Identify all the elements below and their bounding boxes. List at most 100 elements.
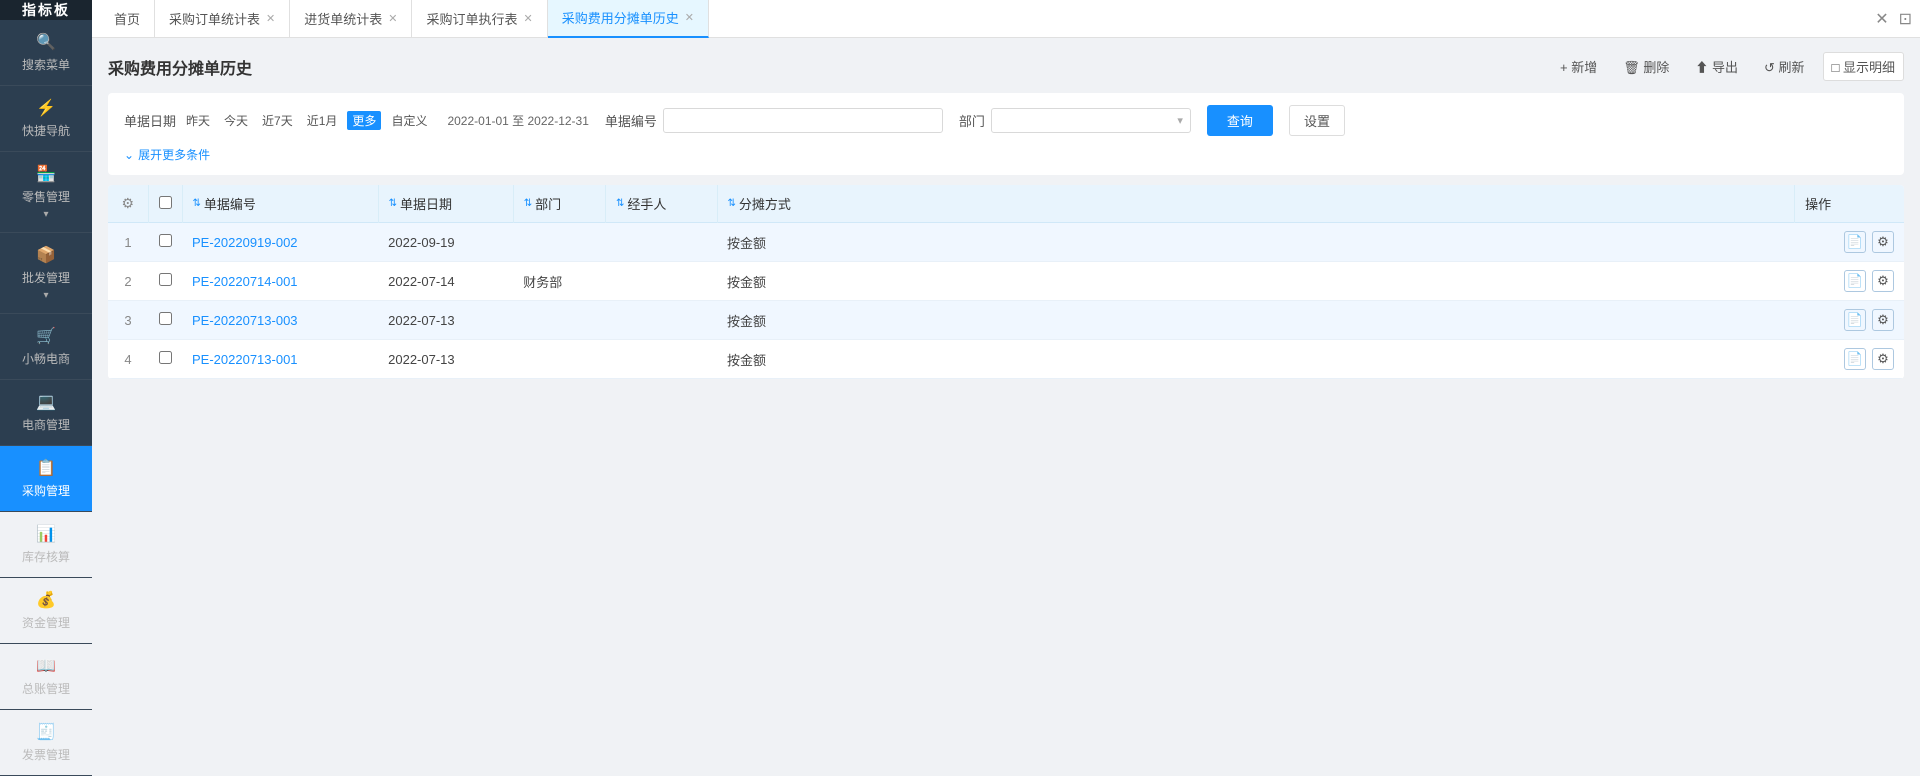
doc-no-filter: 单据编号 [605,108,943,133]
doc-no-link-3[interactable]: PE-20220713-003 [192,313,298,328]
row-edit-icon-3[interactable]: 📄 [1844,309,1866,331]
row-checkbox-input-3[interactable] [159,312,172,325]
th-checkbox[interactable] [148,185,182,223]
row-more-icon-1[interactable]: ⚙ [1872,231,1894,253]
gear-settings-icon[interactable]: ⚙ [121,195,134,211]
sort-icon: ⇅ [193,198,201,209]
table-row: 2 PE-20220714-001 2022-07-14 财务部 按金额 📄 ⚙ [108,262,1904,301]
row-edit-icon-2[interactable]: 📄 [1844,270,1866,292]
inventory-icon: 📊 [36,524,56,544]
sort-method-icon: ⇅ [728,198,736,209]
close-tab-inbound-stats[interactable]: ✕ [388,12,397,25]
close-tab-purchase-order-stats[interactable]: ✕ [266,12,275,25]
date-more[interactable]: 更多 [347,111,381,130]
close-tab-purchase-exec[interactable]: ✕ [524,12,533,25]
th-method-sort[interactable]: ⇅ 分摊方式 [728,194,1785,213]
dept-select[interactable] [991,108,1191,133]
th-doc-no[interactable]: ⇅ 单据编号 [182,185,378,223]
expand-conditions-label: 展开更多条件 [138,146,210,163]
dept-label: 部门 [959,111,985,130]
filter-settings-button[interactable]: 设置 [1289,105,1345,136]
th-dept-sort[interactable]: ⇅ 部门 [524,194,595,213]
row-ops-container-4: 📄 ⚙ [1805,348,1894,370]
th-handler-sort[interactable]: ⇅ 经手人 [616,194,707,213]
finance-icon: 💰 [36,590,56,610]
sidebar-item-finance[interactable]: 💰 资金管理 [0,578,92,644]
add-button[interactable]: + 新增 [1552,53,1605,80]
row-checkbox-1[interactable] [148,223,182,262]
sidebar-item-search[interactable]: 🔍 搜索菜单 [0,20,92,86]
row-num-4: 4 [108,340,148,379]
sidebar-item-quicknav-label: 快捷导航 [22,122,70,139]
sidebar-item-invoice[interactable]: 🧾 发票管理 [0,710,92,776]
th-date-label: 单据日期 [400,194,452,213]
maximize-icon[interactable]: ⊡ [1899,9,1912,29]
export-button[interactable]: ⬆ 导出 [1687,53,1746,80]
row-ops-container-2: 📄 ⚙ [1805,270,1894,292]
row-checkbox-3[interactable] [148,301,182,340]
row-more-icon-4[interactable]: ⚙ [1872,348,1894,370]
date-yesterday[interactable]: 昨天 [182,111,214,130]
sidebar-item-wholesale[interactable]: 📦 批发管理 ▾ [0,233,92,314]
expand-conditions-btn[interactable]: ⌄ 展开更多条件 [124,146,210,163]
close-tab-purchase-cost-history[interactable]: ✕ [685,11,694,24]
close-all-tabs-icon[interactable]: ✕ [1875,9,1888,29]
row-num-2: 2 [108,262,148,301]
date-today[interactable]: 今天 [220,111,252,130]
th-method[interactable]: ⇅ 分摊方式 [717,185,1795,223]
date-1month[interactable]: 近1月 [303,111,342,130]
tab-home[interactable]: 首页 [100,0,155,38]
doc-no-link-1[interactable]: PE-20220919-002 [192,235,298,250]
sidebar-item-quicknav[interactable]: ⚡ 快捷导航 [0,86,92,152]
search-icon: 🔍 [36,32,56,52]
th-method-label: 分摊方式 [739,194,791,213]
date-custom[interactable]: 自定义 [387,111,431,130]
toolbar: + 新增 🗑 删除 ⬆ 导出 ↺ 刷新 □ 显示明细 [1552,52,1904,81]
row-more-icon-3[interactable]: ⚙ [1872,309,1894,331]
row-checkbox-input-2[interactable] [159,273,172,286]
date-shortcuts: 昨天 今天 近7天 近1月 更多 自定义 [182,111,431,130]
sidebar-item-ecommerce-label: 电商管理 [22,416,70,433]
th-handler[interactable]: ⇅ 经手人 [605,185,717,223]
select-all-checkbox[interactable] [159,196,172,209]
sidebar-item-inventory[interactable]: 📊 库存核算 [0,512,92,578]
th-doc-no-sort[interactable]: ⇅ 单据编号 [193,194,368,213]
doc-no-link-2[interactable]: PE-20220714-001 [192,274,298,289]
th-date[interactable]: ⇅ 单据日期 [378,185,513,223]
row-more-icon-2[interactable]: ⚙ [1872,270,1894,292]
table-row: 1 PE-20220919-002 2022-09-19 按金额 📄 ⚙ [108,223,1904,262]
row-checkbox-input-4[interactable] [159,351,172,364]
sidebar-item-ecommerce-small[interactable]: 🛒 小畅电商 [0,314,92,380]
row-checkbox-input-1[interactable] [159,234,172,247]
sidebar-item-ecommerce[interactable]: 💻 电商管理 [0,380,92,446]
date-label: 单据日期 [124,111,176,130]
tab-purchase-exec[interactable]: 采购订单执行表 ✕ [412,0,547,38]
date-7days[interactable]: 近7天 [258,111,297,130]
delete-button[interactable]: 🗑 删除 [1615,53,1677,80]
row-checkbox-2[interactable] [148,262,182,301]
row-checkbox-4[interactable] [148,340,182,379]
refresh-button[interactable]: ↺ 刷新 [1756,53,1813,80]
tab-purchase-order-stats[interactable]: 采购订单统计表 ✕ [155,0,290,38]
row-ops-container-3: 📄 ⚙ [1805,309,1894,331]
tab-inbound-stats[interactable]: 进货单统计表 ✕ [290,0,412,38]
th-dept[interactable]: ⇅ 部门 [513,185,605,223]
query-button[interactable]: 查询 [1207,105,1273,136]
doc-no-link-4[interactable]: PE-20220713-001 [192,352,298,367]
th-settings[interactable]: ⚙ [108,185,148,223]
page-area: 采购费用分摊单历史 + 新增 🗑 删除 ⬆ 导出 ↺ 刷新 □ 显示明细 单据日… [92,38,1920,511]
tabbar: 首页 采购订单统计表 ✕ 进货单统计表 ✕ 采购订单执行表 ✕ 采购费用分摊单历… [92,0,1920,38]
doc-no-input[interactable] [663,108,943,133]
tab-purchase-order-stats-label: 采购订单统计表 [169,9,260,28]
sidebar-item-retail[interactable]: 🏪 零售管理 ▾ [0,152,92,233]
th-date-sort[interactable]: ⇅ 单据日期 [389,194,503,213]
row-edit-icon-4[interactable]: 📄 [1844,348,1866,370]
tab-purchase-cost-history[interactable]: 采购费用分摊单历史 ✕ [548,0,709,38]
show-cols-button[interactable]: □ 显示明细 [1823,52,1904,81]
ecommerce-icon: 💻 [36,392,56,412]
sidebar-item-ledger[interactable]: 📖 总账管理 [0,644,92,710]
th-ops: 操作 [1795,185,1904,223]
sidebar-item-purchase[interactable]: 📋 采购管理 [0,446,92,512]
main-area: 首页 采购订单统计表 ✕ 进货单统计表 ✕ 采购订单执行表 ✕ 采购费用分摊单历… [92,0,1920,511]
row-edit-icon-1[interactable]: 📄 [1844,231,1866,253]
